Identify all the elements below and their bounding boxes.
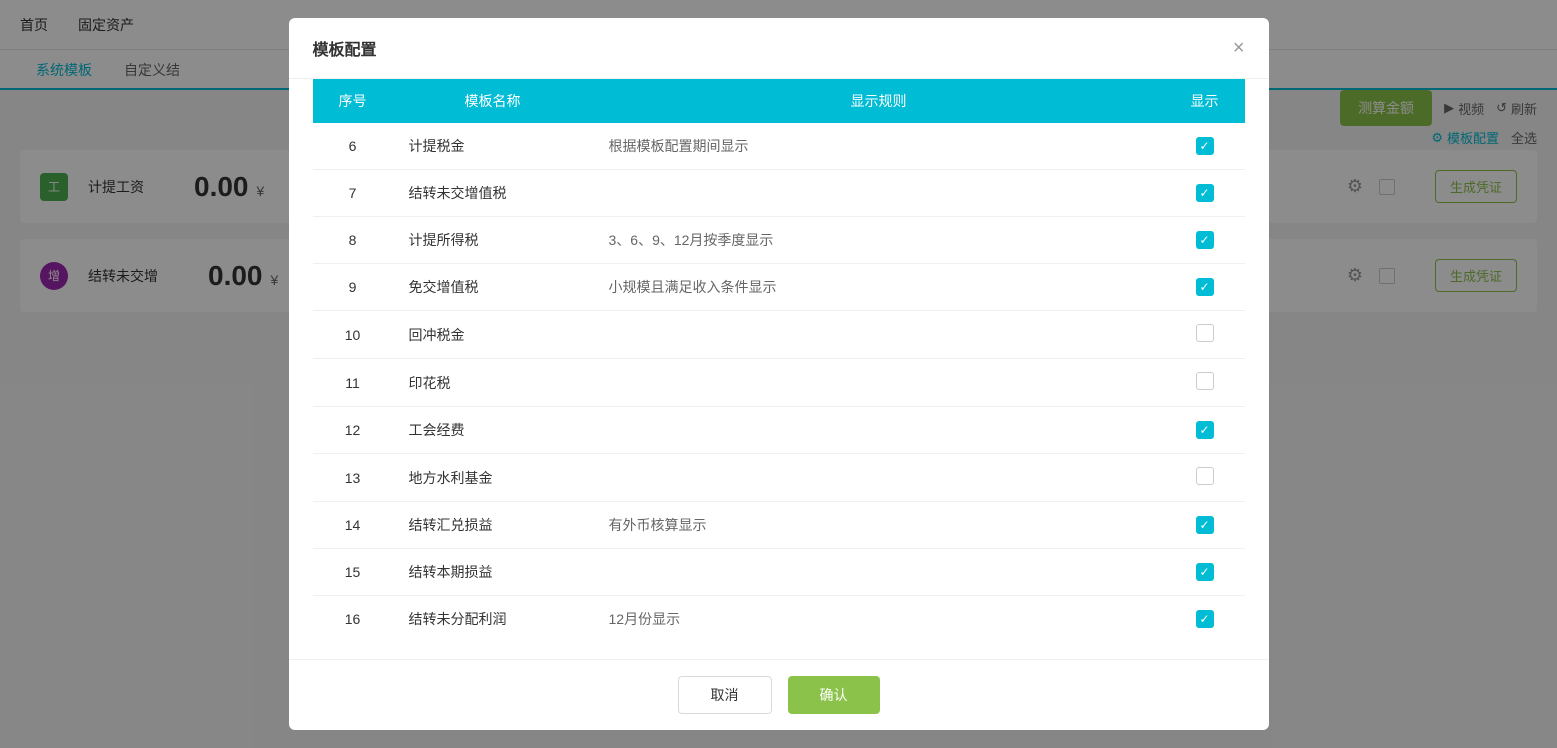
cell-rule: 3、6、9、12月按季度显示 xyxy=(593,217,1165,264)
confirm-button[interactable]: 确认 xyxy=(788,676,880,714)
checkbox-row-5[interactable] xyxy=(1196,372,1214,390)
table-header: 序号 模板名称 显示规则 显示 xyxy=(313,79,1245,123)
modal-title: 模板配置 xyxy=(313,36,377,60)
checkbox-row-0[interactable]: ✓ xyxy=(1196,137,1214,155)
table-row: 12工会经费 ✓ xyxy=(313,407,1245,454)
table-row: 13地方水利基金 xyxy=(313,454,1245,502)
cell-rule xyxy=(593,170,1165,217)
table-row: 15结转本期损益 ✓ xyxy=(313,549,1245,596)
cell-name: 结转未交增值税 xyxy=(393,170,593,217)
cell-name: 工会经费 xyxy=(393,407,593,454)
cell-checkbox: ✓ xyxy=(1165,549,1245,596)
table-row: 9免交增值税小规模且满足收入条件显示 ✓ xyxy=(313,264,1245,311)
col-header-name: 模板名称 xyxy=(393,79,593,123)
table-row: 11印花税 xyxy=(313,359,1245,407)
cell-name: 结转未分配利润 xyxy=(393,596,593,643)
cell-no: 15 xyxy=(313,549,393,596)
cell-no: 8 xyxy=(313,217,393,264)
cell-rule xyxy=(593,359,1165,407)
cell-checkbox: ✓ xyxy=(1165,123,1245,170)
cell-name: 结转本期损益 xyxy=(393,549,593,596)
cell-rule: 12月份显示 xyxy=(593,596,1165,643)
checkbox-row-2[interactable]: ✓ xyxy=(1196,231,1214,249)
col-header-display: 显示 xyxy=(1165,79,1245,123)
template-config-modal: 模板配置 × 序号 模板名称 显示规则 显示 6计提税金根据模板配置期间显示✓7… xyxy=(289,18,1269,730)
cell-no: 14 xyxy=(313,502,393,549)
table-row: 8计提所得税3、6、9、12月按季度显示 ✓ xyxy=(313,217,1245,264)
checkbox-row-1[interactable]: ✓ xyxy=(1196,184,1214,202)
config-table: 序号 模板名称 显示规则 显示 6计提税金根据模板配置期间显示✓7结转未交增值税… xyxy=(313,79,1245,642)
table-row: 10回冲税金 xyxy=(313,311,1245,359)
cell-checkbox: ✓ xyxy=(1165,596,1245,643)
cell-checkbox xyxy=(1165,311,1245,359)
cell-rule xyxy=(593,311,1165,359)
table-row: 7结转未交增值税 ✓ xyxy=(313,170,1245,217)
checkbox-row-10[interactable]: ✓ xyxy=(1196,610,1214,628)
cell-no: 11 xyxy=(313,359,393,407)
cell-checkbox: ✓ xyxy=(1165,502,1245,549)
modal-body: 序号 模板名称 显示规则 显示 6计提税金根据模板配置期间显示✓7结转未交增值税… xyxy=(289,79,1269,659)
cell-no: 9 xyxy=(313,264,393,311)
cell-checkbox: ✓ xyxy=(1165,217,1245,264)
cell-name: 计提所得税 xyxy=(393,217,593,264)
cell-name: 地方水利基金 xyxy=(393,454,593,502)
checkbox-row-9[interactable]: ✓ xyxy=(1196,563,1214,581)
cell-rule xyxy=(593,407,1165,454)
col-header-rule: 显示规则 xyxy=(593,79,1165,123)
cell-rule: 小规模且满足收入条件显示 xyxy=(593,264,1165,311)
cell-no: 6 xyxy=(313,123,393,170)
checkbox-row-7[interactable] xyxy=(1196,467,1214,485)
checkbox-row-3[interactable]: ✓ xyxy=(1196,278,1214,296)
cell-rule: 有外币核算显示 xyxy=(593,502,1165,549)
cell-checkbox: ✓ xyxy=(1165,264,1245,311)
cell-no: 16 xyxy=(313,596,393,643)
cell-rule xyxy=(593,454,1165,502)
cell-name: 印花税 xyxy=(393,359,593,407)
table-row: 16结转未分配利润12月份显示 ✓ xyxy=(313,596,1245,643)
table-body: 6计提税金根据模板配置期间显示✓7结转未交增值税✓8计提所得税3、6、9、12月… xyxy=(313,123,1245,642)
cell-checkbox xyxy=(1165,359,1245,407)
checkbox-row-4[interactable] xyxy=(1196,324,1214,342)
cell-no: 10 xyxy=(313,311,393,359)
col-header-no: 序号 xyxy=(313,79,393,123)
cell-rule: 根据模板配置期间显示 xyxy=(593,123,1165,170)
modal-footer: 取消 确认 xyxy=(289,659,1269,730)
table-row: 14结转汇兑损益有外币核算显示 ✓ xyxy=(313,502,1245,549)
cell-no: 13 xyxy=(313,454,393,502)
cancel-button[interactable]: 取消 xyxy=(678,676,772,714)
cell-checkbox: ✓ xyxy=(1165,407,1245,454)
modal-header: 模板配置 × xyxy=(289,18,1269,79)
cell-checkbox xyxy=(1165,454,1245,502)
cell-name: 回冲税金 xyxy=(393,311,593,359)
cell-name: 结转汇兑损益 xyxy=(393,502,593,549)
cell-checkbox: ✓ xyxy=(1165,170,1245,217)
cell-rule xyxy=(593,549,1165,596)
checkbox-row-6[interactable]: ✓ xyxy=(1196,421,1214,439)
cell-name: 计提税金 xyxy=(393,123,593,170)
cell-no: 7 xyxy=(313,170,393,217)
cell-name: 免交增值税 xyxy=(393,264,593,311)
cell-no: 12 xyxy=(313,407,393,454)
table-row: 6计提税金根据模板配置期间显示 ✓ xyxy=(313,123,1245,170)
modal-close-button[interactable]: × xyxy=(1233,38,1245,58)
checkbox-row-8[interactable]: ✓ xyxy=(1196,516,1214,534)
